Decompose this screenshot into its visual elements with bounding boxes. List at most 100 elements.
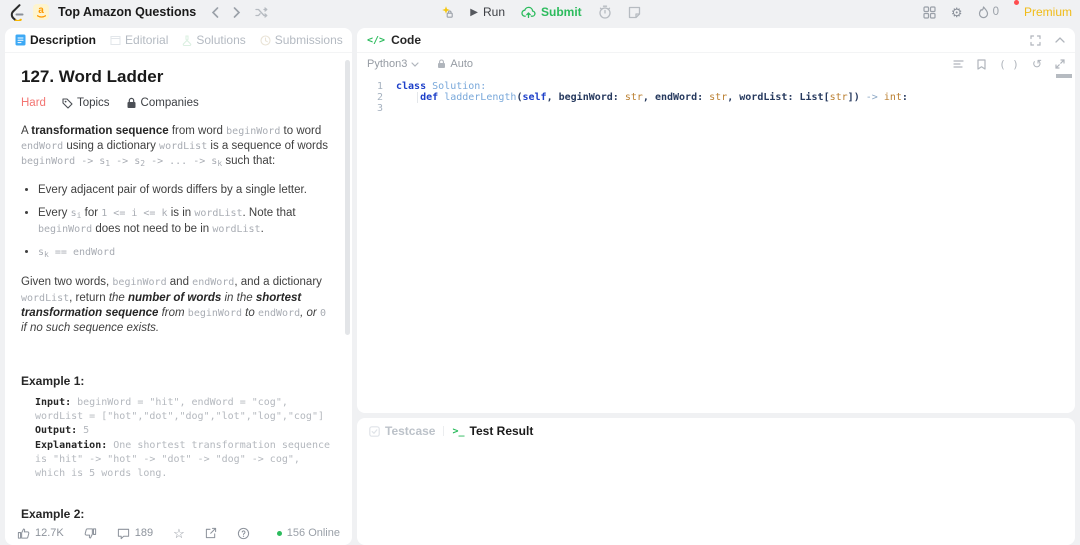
like-count: 12.7K	[35, 527, 64, 539]
chevron-down-icon	[411, 61, 419, 67]
bookmark-icon[interactable]	[977, 58, 986, 70]
line-number: 2	[376, 92, 383, 103]
language-selector[interactable]: Python3	[367, 58, 419, 70]
dislike-button[interactable]	[84, 527, 97, 540]
line-number: 1	[376, 81, 383, 92]
timer-icon[interactable]	[598, 5, 612, 19]
comment-icon	[117, 528, 129, 539]
question-circle-icon	[237, 527, 249, 539]
test-panel-tabs: Testcase >_ Test Result	[357, 418, 1075, 444]
topbar: a Top Amazon Questions ▶ Run Submit ⚙ 0 …	[0, 0, 1080, 24]
flame-icon	[978, 5, 988, 18]
scrollbar-thumb[interactable]	[345, 60, 350, 335]
like-button[interactable]: 12.7K	[17, 527, 64, 540]
notification-dot	[1013, 0, 1019, 5]
summary-paragraph: Given two words, beginWord and endWord, …	[21, 276, 326, 334]
online-status: 156 Online	[276, 527, 340, 539]
tab-submissions[interactable]: Submissions	[260, 33, 343, 47]
share-button[interactable]	[205, 527, 217, 539]
code-icon: </>	[367, 34, 386, 46]
example-2-title: Example 2:	[21, 507, 85, 521]
editor-scrollbar[interactable]	[1056, 74, 1072, 78]
maximize-editor-icon[interactable]	[1055, 59, 1065, 69]
tab-description[interactable]: Description	[15, 33, 96, 47]
premium-link[interactable]: Premium	[1024, 5, 1072, 19]
tab-solutions[interactable]: Solutions	[182, 33, 246, 47]
auto-lock-icon	[438, 59, 446, 68]
play-icon: ▶	[470, 6, 478, 18]
language-label: Python3	[367, 58, 408, 70]
terminal-icon: >_	[452, 425, 465, 437]
tab-editorial[interactable]: Editorial	[110, 33, 168, 47]
difficulty-badge[interactable]: Hard	[21, 97, 46, 109]
editor-toolbar: Python3 Auto ( ) ↺	[357, 53, 1075, 75]
code-text: def ladderLength(self, beginWord: str, e…	[420, 92, 908, 103]
leetcode-logo-icon[interactable]	[8, 3, 24, 21]
flask-icon	[183, 34, 192, 46]
rule-item: Every si for 1 <= i <= k is in wordList.…	[38, 206, 330, 237]
favorite-star-icon[interactable]: ☆	[173, 527, 185, 540]
tab-testcase[interactable]: Testcase	[369, 424, 435, 438]
snippets-icon[interactable]: ( )	[999, 59, 1019, 70]
run-label: Run	[483, 5, 506, 19]
lock-icon	[127, 97, 136, 108]
problem-list-icon[interactable]: a	[33, 4, 49, 20]
code-panel-header: </> Code	[357, 28, 1075, 53]
description-tabs: Description Editorial Solutions Submissi…	[5, 28, 352, 53]
line-number: 3	[376, 103, 383, 114]
submit-label: Submit	[541, 5, 582, 19]
history-clock-icon	[260, 34, 271, 46]
layout-icon[interactable]	[923, 5, 936, 19]
code-editor[interactable]: 1 class Solution: 2 def ladderLength(sel…	[357, 75, 1075, 114]
auto-label: Auto	[450, 58, 474, 70]
testcase-check-icon	[369, 425, 380, 437]
thumbs-up-icon	[17, 528, 30, 539]
format-code-icon[interactable]	[953, 59, 964, 69]
comments-button[interactable]: 189	[117, 527, 153, 540]
debugger-icon[interactable]	[439, 5, 454, 19]
example-1-title: Example 1:	[21, 374, 85, 389]
notes-icon[interactable]	[628, 6, 641, 19]
intro-paragraph: A transformation sequence from word begi…	[21, 125, 329, 169]
help-button[interactable]	[237, 527, 250, 540]
problem-title: 127. Word Ladder	[21, 67, 164, 86]
code-line: 2 def ladderLength(self, beginWord: str,…	[357, 92, 1075, 103]
online-dot-icon	[276, 530, 282, 536]
example-1-body: Input: beginWord = "hit", endWord = "cog…	[35, 397, 337, 479]
tag-icon	[62, 97, 73, 109]
companies-button[interactable]: Companies	[126, 97, 199, 109]
problem-content: 127. Word Ladder Hard Topics Companies A…	[5, 54, 346, 521]
comment-count: 189	[134, 527, 154, 539]
streak-counter[interactable]: 0	[978, 5, 999, 19]
indent-guide	[417, 92, 418, 103]
share-icon	[205, 527, 216, 539]
expand-panel-icon[interactable]	[1030, 34, 1041, 46]
reset-code-icon[interactable]: ↺	[1032, 58, 1042, 70]
collapse-chevron-icon[interactable]	[1055, 37, 1065, 43]
problem-list-title[interactable]: Top Amazon Questions	[58, 5, 196, 19]
code-panel-title: Code	[391, 33, 422, 47]
topics-button[interactable]: Topics	[62, 97, 110, 109]
description-doc-icon	[15, 34, 26, 46]
rules-list: Every adjacent pair of words differs by …	[38, 183, 330, 260]
auto-toggle[interactable]: Auto	[437, 58, 473, 70]
editorial-icon	[110, 35, 121, 45]
run-button[interactable]: ▶ Run	[470, 5, 505, 19]
prev-question-icon[interactable]	[211, 6, 219, 18]
code-line: 1 class Solution:	[357, 81, 1075, 92]
code-panel: </> Code Python3 Auto () ↺ 1 class Solu…	[357, 28, 1075, 413]
code-text: class Solution:	[396, 81, 487, 92]
thumbs-down-icon	[84, 527, 96, 538]
description-panel: Description Editorial Solutions Submissi…	[5, 28, 352, 545]
tab-test-result[interactable]: >_ Test Result	[452, 424, 533, 438]
submit-button[interactable]: Submit	[521, 5, 582, 19]
shuffle-icon[interactable]	[255, 6, 268, 18]
next-question-icon[interactable]	[233, 6, 241, 18]
online-count: 156 Online	[286, 527, 340, 539]
cloud-upload-icon	[521, 6, 536, 18]
rule-item: Every adjacent pair of words differs by …	[38, 183, 330, 198]
streak-count: 0	[992, 6, 999, 18]
rule-item: sk == endWord	[38, 245, 330, 261]
settings-gear-icon[interactable]: ⚙	[951, 6, 963, 19]
problem-footer: 12.7K 189 ☆ 156 Online	[5, 521, 352, 545]
